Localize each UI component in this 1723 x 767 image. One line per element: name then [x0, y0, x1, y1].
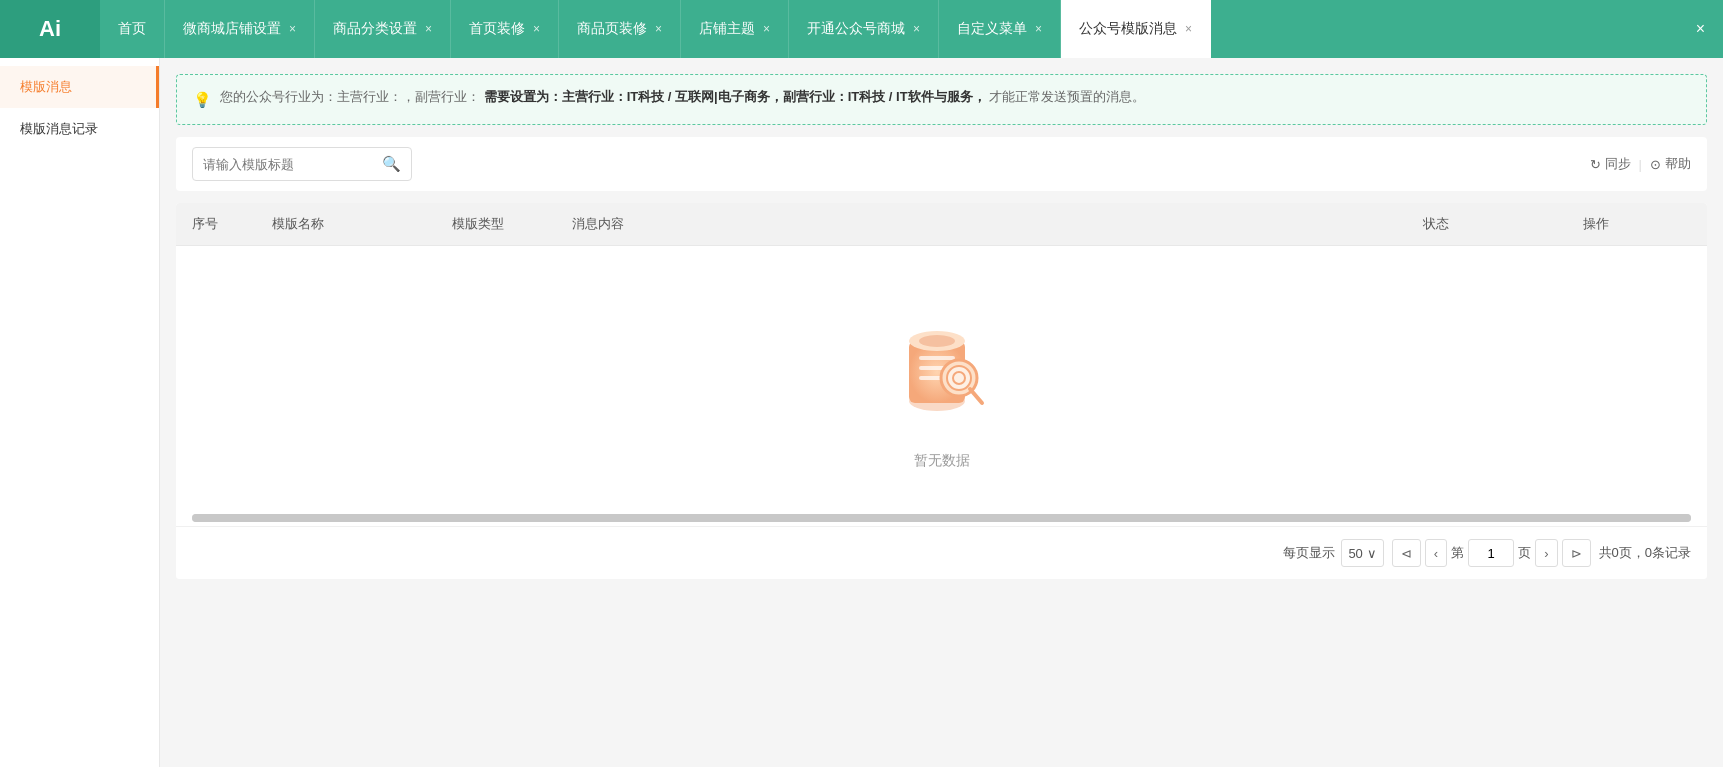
table-col-action: 操作 — [1567, 203, 1707, 245]
sidebar-item-template-message-log[interactable]: 模版消息记录 — [0, 108, 159, 150]
content-area: 💡 您的公众号行业为：主营行业：，副营行业： 需要设置为：主营行业：IT科技 /… — [160, 58, 1723, 767]
table-col-type: 模版类型 — [436, 203, 556, 245]
empty-icon — [877, 306, 1007, 436]
page-size-label: 每页显示 — [1283, 544, 1335, 562]
sync-icon: ↻ — [1590, 157, 1601, 172]
total-info: 共0页，0条记录 — [1599, 544, 1691, 562]
tab-close-category[interactable]: × — [425, 22, 432, 36]
tab-home[interactable]: 首页 — [100, 0, 165, 58]
tab-home-deco[interactable]: 首页装修 × — [451, 0, 559, 58]
notice-icon: 💡 — [193, 88, 212, 112]
pagination-row: 每页显示 50 ∨ ⊲ ‹ 第 页 › ⊳ 共0页，0条记录 — [176, 526, 1707, 579]
table-header: 序号模版名称模版类型消息内容状态操作 — [176, 203, 1707, 246]
tab-close-template-msg[interactable]: × — [1185, 22, 1192, 36]
tab-label: 首页 — [118, 20, 146, 38]
help-button[interactable]: ⊙ 帮助 — [1650, 155, 1691, 173]
sync-button[interactable]: ↻ 同步 — [1590, 155, 1631, 173]
page-suffix: 页 — [1518, 544, 1531, 562]
prev-page-button[interactable]: ‹ — [1425, 539, 1447, 567]
tab-label: 首页装修 — [469, 20, 525, 38]
notice-highlight: 需要设置为：主营行业：IT科技 / 互联网|电子商务，副营行业：IT科技 / I… — [484, 89, 986, 104]
current-page-input[interactable] — [1468, 539, 1514, 567]
tab-label: 店铺主题 — [699, 20, 755, 38]
tab-product-deco[interactable]: 商品页装修 × — [559, 0, 681, 58]
search-bar: 🔍 ↻ 同步 | ⊙ 帮助 — [176, 137, 1707, 191]
tab-label: 自定义菜单 — [957, 20, 1027, 38]
next-page-button[interactable]: › — [1535, 539, 1557, 567]
table-scrollbar[interactable] — [176, 510, 1707, 526]
first-page-button[interactable]: ⊲ — [1392, 539, 1421, 567]
table-col-status: 状态 — [1407, 203, 1567, 245]
page-size-dropdown[interactable]: 50 ∨ — [1341, 539, 1383, 567]
page-nav: ⊲ ‹ 第 页 › ⊳ — [1392, 539, 1591, 567]
sidebar-item-template-message[interactable]: 模版消息 — [0, 66, 159, 108]
search-input[interactable] — [203, 157, 382, 172]
tab-close-shop-theme[interactable]: × — [763, 22, 770, 36]
svg-point-8 — [947, 366, 971, 390]
empty-state: 暂无数据 — [176, 246, 1707, 510]
dropdown-icon: ∨ — [1367, 546, 1377, 561]
table-col-name: 模版名称 — [256, 203, 436, 245]
tab-close-custom-menu[interactable]: × — [1035, 22, 1042, 36]
toolbar-right: ↻ 同步 | ⊙ 帮助 — [1590, 155, 1691, 173]
tab-close-micro-shop[interactable]: × — [289, 22, 296, 36]
scrollbar-thumb — [192, 514, 1691, 522]
tab-label: 商品页装修 — [577, 20, 647, 38]
empty-text: 暂无数据 — [914, 452, 970, 470]
svg-point-3 — [919, 335, 955, 347]
tab-category[interactable]: 商品分类设置 × — [315, 0, 451, 58]
tab-open-shop[interactable]: 开通公众号商城 × — [789, 0, 939, 58]
last-page-button[interactable]: ⊳ — [1562, 539, 1591, 567]
search-input-wrap: 🔍 — [192, 147, 412, 181]
notice-banner: 💡 您的公众号行业为：主营行业：，副营行业： 需要设置为：主营行业：IT科技 /… — [176, 74, 1707, 125]
toolbar-divider: | — [1639, 157, 1642, 172]
tab-close-home-deco[interactable]: × — [533, 22, 540, 36]
table-col-index: 序号 — [176, 203, 256, 245]
page-label: 第 — [1451, 544, 1464, 562]
scrollbar-track — [192, 514, 1691, 522]
tab-label: 公众号模版消息 — [1079, 20, 1177, 38]
svg-line-9 — [970, 389, 982, 403]
tab-label: 微商城店铺设置 — [183, 20, 281, 38]
tab-bar: Ai 首页微商城店铺设置×商品分类设置×首页装修×商品页装修×店铺主题×开通公众… — [0, 0, 1723, 58]
tab-close-open-shop[interactable]: × — [913, 22, 920, 36]
tab-template-msg[interactable]: 公众号模版消息 × — [1061, 0, 1211, 58]
main-layout: 模版消息模版消息记录 💡 您的公众号行业为：主营行业：，副营行业： 需要设置为：… — [0, 58, 1723, 767]
tab-shop-theme[interactable]: 店铺主题 × — [681, 0, 789, 58]
tab-label: 商品分类设置 — [333, 20, 417, 38]
tab-bar-close-button[interactable]: × — [1678, 20, 1723, 38]
tab-close-product-deco[interactable]: × — [655, 22, 662, 36]
tab-label: 开通公众号商城 — [807, 20, 905, 38]
data-table: 序号模版名称模版类型消息内容状态操作 — [176, 203, 1707, 579]
search-icon[interactable]: 🔍 — [382, 155, 401, 173]
svg-rect-4 — [919, 356, 955, 360]
app-logo: Ai — [0, 0, 100, 58]
table-col-content: 消息内容 — [556, 203, 1407, 245]
page-size-select: 每页显示 50 ∨ — [1283, 539, 1383, 567]
notice-text: 您的公众号行业为：主营行业：，副营行业： 需要设置为：主营行业：IT科技 / 互… — [220, 87, 1145, 108]
tab-custom-menu[interactable]: 自定义菜单 × — [939, 0, 1061, 58]
tab-micro-shop[interactable]: 微商城店铺设置 × — [165, 0, 315, 58]
sidebar: 模版消息模版消息记录 — [0, 58, 160, 767]
help-icon: ⊙ — [1650, 157, 1661, 172]
